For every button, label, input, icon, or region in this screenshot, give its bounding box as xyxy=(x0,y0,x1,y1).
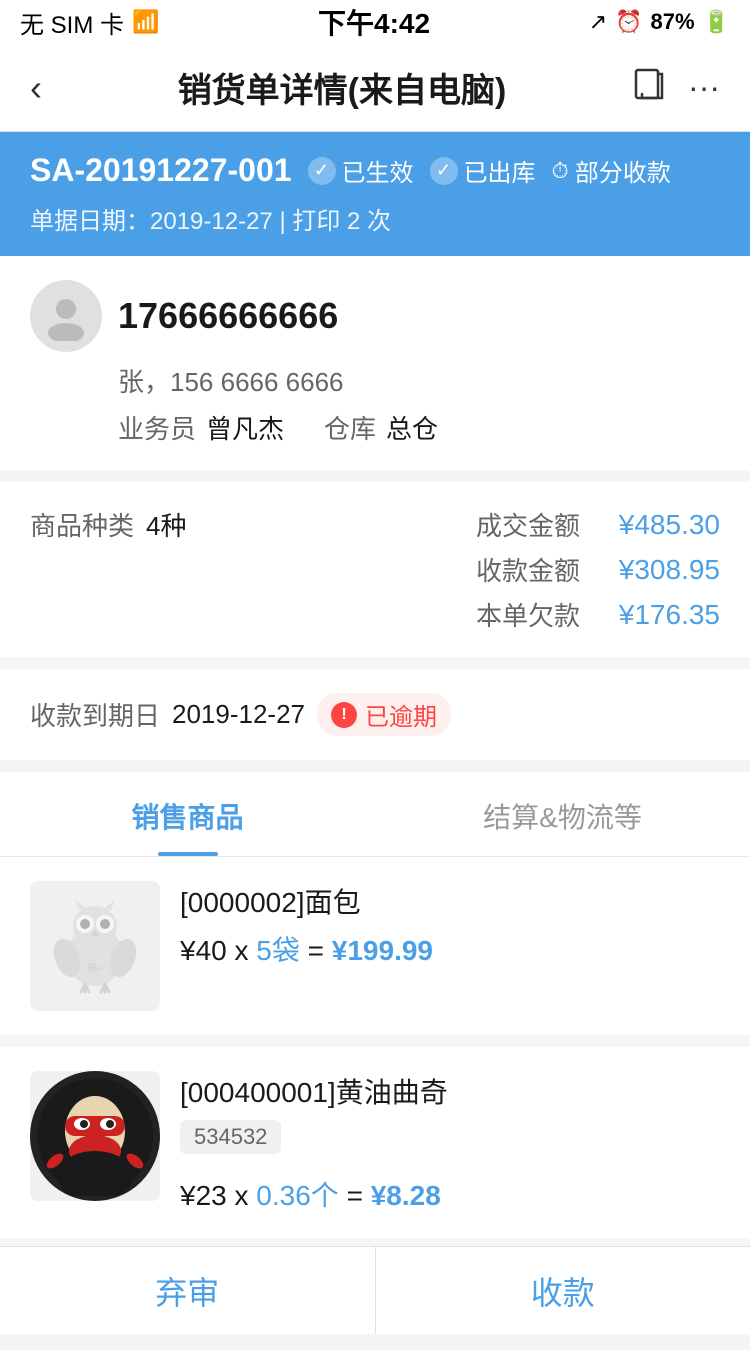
overdue-badge: ! 已逾期 xyxy=(317,693,451,736)
status-time: 下午4:42 xyxy=(318,2,430,42)
abandon-audit-button[interactable]: 弃审 xyxy=(0,1247,376,1334)
status-right: ↗ ⏰ 87% 🔋 xyxy=(589,9,730,35)
badge-partial-payment: ⏱ 部分收款 xyxy=(552,153,671,188)
deal-value: ¥485.30 xyxy=(600,509,720,541)
share-button[interactable] xyxy=(632,66,668,110)
due-label: 收款到期日 xyxy=(30,696,160,733)
check-icon-2: ✓ xyxy=(430,157,458,185)
warehouse-value: 总仓 xyxy=(386,409,438,446)
due-section: 收款到期日 2019-12-27 ! 已逾期 xyxy=(0,669,750,760)
staff-value: 曾凡杰 xyxy=(206,409,284,446)
product-price-bread: ¥40 x 5袋 = ¥199.99 xyxy=(180,929,720,969)
receipt-value: ¥308.95 xyxy=(600,554,720,586)
tabs: 销售商品 结算&物流等 xyxy=(0,772,750,857)
customer-section: 17666666666 张，156 6666 6666 业务员 曾凡杰 仓库 总… xyxy=(0,256,750,470)
tab-sales-products[interactable]: 销售商品 xyxy=(0,772,375,856)
back-button[interactable]: ‹ xyxy=(30,57,52,119)
nav-bar: ‹ 销货单详情(来自电脑) ··· xyxy=(0,44,750,132)
more-button[interactable]: ··· xyxy=(688,69,720,106)
stats-left: 商品种类 4种 xyxy=(30,506,186,543)
carrier-text: 无 SIM 卡 xyxy=(20,5,124,40)
product-info-cookies: [000400001]黄油曲奇 534532 ¥23 x 0.36个 = ¥8.… xyxy=(180,1071,720,1214)
due-date: 2019-12-27 xyxy=(172,699,305,730)
product-total-cookies: ¥8.28 xyxy=(371,1180,441,1211)
type-count: 4种 xyxy=(146,506,186,543)
debt-label: 本单欠款 xyxy=(476,596,580,633)
overdue-text: 已逾期 xyxy=(365,697,437,732)
check-icon-1: ✓ xyxy=(308,157,336,185)
warehouse-item: 仓库 总仓 xyxy=(324,409,438,446)
product-info-bread: [0000002]面包 ¥40 x 5袋 = ¥199.99 xyxy=(180,881,720,969)
product-total-bread: ¥199.99 xyxy=(332,935,433,966)
customer-staff: 业务员 曾凡杰 仓库 总仓 xyxy=(30,409,720,446)
order-id: SA-20191227-001 xyxy=(30,152,292,189)
staff-label: 业务员 xyxy=(118,409,196,446)
product-qty-bread: 5袋 xyxy=(256,935,300,966)
overdue-icon: ! xyxy=(331,702,357,728)
wifi-icon: 📶 xyxy=(132,9,159,35)
badge-activated: ✓ 已生效 xyxy=(308,153,414,188)
badge-shipped: ✓ 已出库 xyxy=(430,153,536,188)
bottom-bar: 弃审 收款 xyxy=(0,1246,750,1334)
tab-settlement[interactable]: 结算&物流等 xyxy=(375,772,750,856)
customer-name-phone: 张，156 6666 6666 xyxy=(30,362,720,399)
nav-actions: ··· xyxy=(632,66,720,110)
product-price-cookies: ¥23 x 0.36个 = ¥8.28 xyxy=(180,1174,720,1214)
product-list: 鸮+ [0000002]面包 ¥40 x 5袋 = ¥199.99 xyxy=(0,857,750,1238)
svg-text:鸮+: 鸮+ xyxy=(87,962,103,975)
product-image-bread: 鸮+ xyxy=(30,881,160,1011)
location-icon: ↗ xyxy=(589,9,607,35)
ninja-avatar xyxy=(30,1071,160,1201)
collect-payment-button[interactable]: 收款 xyxy=(376,1247,750,1334)
alarm-icon: ⏰ xyxy=(615,9,642,35)
order-meta: 单据日期：2019-12-27 | 打印 2 次 xyxy=(30,201,720,236)
debt-row: 本单欠款 ¥176.35 xyxy=(476,596,720,633)
product-tag-cookies: 534532 xyxy=(180,1119,720,1164)
avatar xyxy=(30,280,102,352)
stats-section: 商品种类 4种 成交金额 ¥485.30 收款金额 ¥308.95 本单欠款 ¥… xyxy=(0,482,750,657)
status-bar: 无 SIM 卡 📶 下午4:42 ↗ ⏰ 87% 🔋 xyxy=(0,0,750,44)
debt-value: ¥176.35 xyxy=(600,599,720,631)
battery-icon: 🔋 xyxy=(703,9,730,35)
product-image-cookies xyxy=(30,1071,160,1201)
customer-top: 17666666666 xyxy=(30,280,720,352)
product-name-bread: [0000002]面包 xyxy=(180,881,720,921)
page-title: 销货单详情(来自电脑) xyxy=(52,63,632,112)
stats-right: 成交金额 ¥485.30 收款金额 ¥308.95 本单欠款 ¥176.35 xyxy=(476,506,720,633)
clock-icon: ⏱ xyxy=(552,158,569,184)
warehouse-label: 仓库 xyxy=(324,409,376,446)
list-item: [000400001]黄油曲奇 534532 ¥23 x 0.36个 = ¥8.… xyxy=(0,1047,750,1238)
deal-row: 成交金额 ¥485.30 xyxy=(476,506,720,543)
order-banner-top: SA-20191227-001 ✓ 已生效 ✓ 已出库 ⏱ 部分收款 xyxy=(30,152,720,189)
staff-item: 业务员 曾凡杰 xyxy=(118,409,284,446)
product-name-cookies: [000400001]黄油曲奇 xyxy=(180,1071,720,1111)
receipt-label: 收款金额 xyxy=(476,551,580,588)
battery-text: 87% xyxy=(651,9,695,35)
deal-label: 成交金额 xyxy=(476,506,580,543)
receipt-row: 收款金额 ¥308.95 xyxy=(476,551,720,588)
type-label: 商品种类 xyxy=(30,506,134,543)
customer-phone: 17666666666 xyxy=(118,295,338,337)
order-banner: SA-20191227-001 ✓ 已生效 ✓ 已出库 ⏱ 部分收款 单据日期：… xyxy=(0,132,750,256)
product-qty-cookies: 0.36个 xyxy=(256,1180,339,1211)
list-item: 鸮+ [0000002]面包 ¥40 x 5袋 = ¥199.99 xyxy=(0,857,750,1035)
status-left: 无 SIM 卡 📶 xyxy=(20,5,159,40)
